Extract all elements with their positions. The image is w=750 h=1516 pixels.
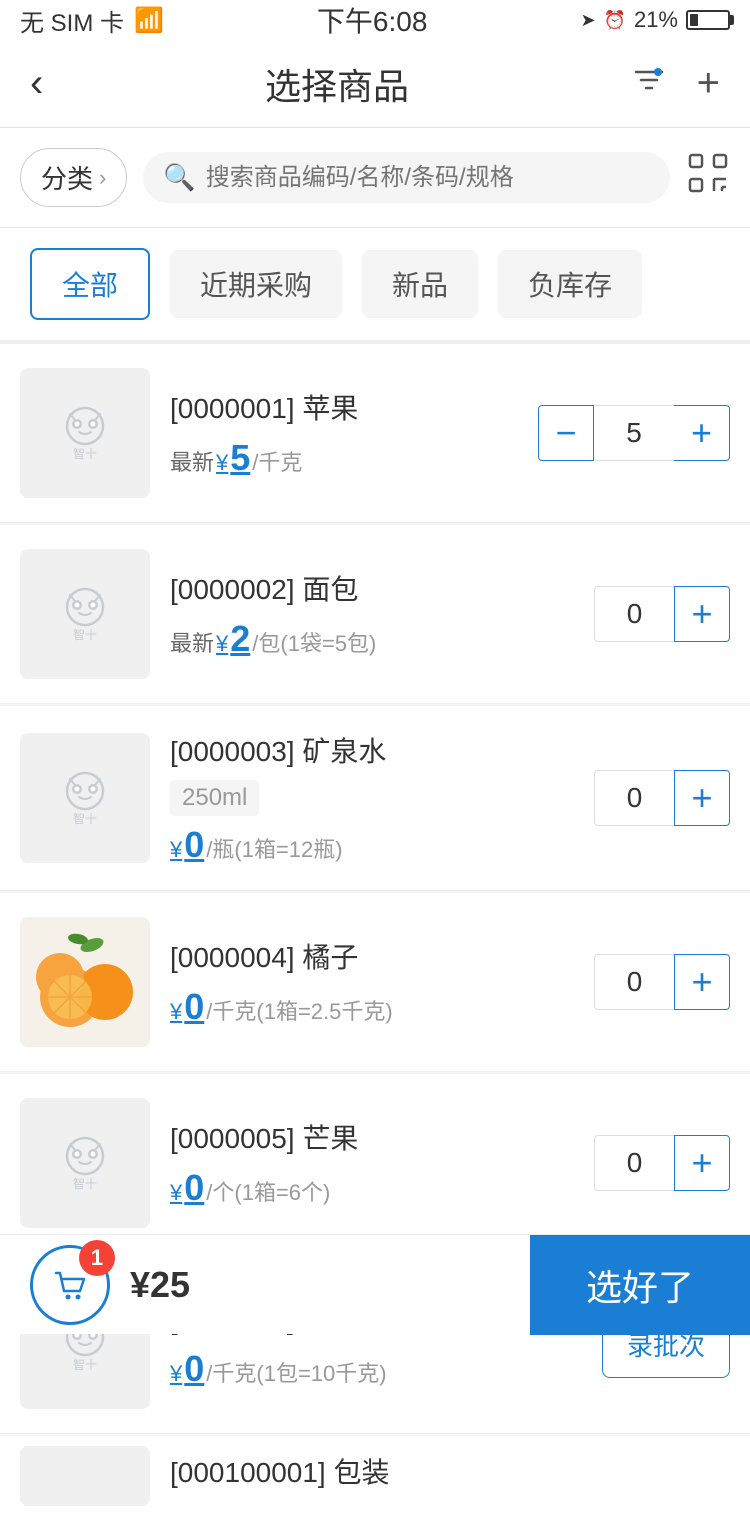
product-name-0000001: [0000001] 苹果 [170,387,518,427]
cart-total: ¥25 [130,1264,190,1306]
svg-text:智十: 智十 [73,446,97,461]
status-right: ➤ ⏰ 21% [580,7,730,33]
confirm-button[interactable]: 选好了 [530,1235,750,1335]
qty-control-0000003: + [594,770,730,826]
product-price-0000002: 最新 ¥ 2 /包(1袋=5包) [170,618,574,660]
product-item-0000002: 智十 [0000002] 面包 最新 ¥ 2 /包(1袋=5包) + [0,525,750,704]
product-name-0000002: [0000002] 面包 [170,568,574,608]
product-name-0000004: [0000004] 橘子 [170,936,574,976]
svg-text:智十: 智十 [73,627,97,642]
filter-search-bar: 分类 › 🔍 [0,128,750,228]
product-price-0000004: ¥ 0 /千克(1箱=2.5千克) [170,986,574,1028]
nav-icons: + [631,61,720,106]
product-image-0000001: 智十 [20,368,150,498]
product-info-0000002: [0000002] 面包 最新 ¥ 2 /包(1袋=5包) [170,568,574,660]
qty-input-0000005[interactable] [594,1135,674,1191]
search-input[interactable] [206,164,650,192]
battery-percent: 21% [634,7,678,33]
nav-bar: ‹ 选择商品 + [0,40,750,128]
qty-plus-0000001[interactable]: + [674,405,730,461]
product-item-partial: [000100001] 包装 [0,1436,750,1516]
product-image-0000005: 智十 [20,1098,150,1228]
product-price-0000005: ¥ 0 /个(1箱=6个) [170,1167,574,1209]
qty-plus-0000003[interactable]: + [674,770,730,826]
product-info-0000005: [0000005] 芒果 ¥ 0 /个(1箱=6个) [170,1117,574,1209]
product-price-0000003: ¥ 0 /瓶(1箱=12瓶) [170,824,574,866]
tab-all[interactable]: 全部 [30,248,150,320]
product-info-0000003: [0000003] 矿泉水 250ml ¥ 0 /瓶(1箱=12瓶) [170,730,574,866]
scan-icon[interactable] [686,151,730,204]
qty-input-0000001[interactable] [594,405,674,461]
search-icon: 🔍 [163,162,195,193]
product-item-0000005: 智十 [0000005] 芒果 ¥ 0 /个(1箱=6个) + [0,1074,750,1253]
qty-plus-0000005[interactable]: + [674,1135,730,1191]
category-arrow-icon: › [99,165,106,191]
search-box: 🔍 [143,152,670,203]
product-image-0000002: 智十 [20,549,150,679]
product-item-0000004: [0000004] 橘子 ¥ 0 /千克(1箱=2.5千克) + [0,893,750,1072]
tab-bar: 全部 近期采购 新品 负库存 [0,228,750,344]
svg-text:智十: 智十 [73,811,97,826]
cart-icon-button[interactable]: 1 [30,1245,110,1325]
battery-icon [686,10,730,30]
back-button[interactable]: ‹ [30,61,43,106]
qty-input-0000002[interactable] [594,586,674,642]
product-info-0000004: [0000004] 橘子 ¥ 0 /千克(1箱=2.5千克) [170,936,574,1028]
carrier-label: 无 SIM 卡 [20,3,124,38]
tab-negative[interactable]: 负库存 [498,250,642,318]
owl-placeholder-icon: 智十 [50,398,120,468]
qty-plus-0000004[interactable]: + [674,954,730,1010]
qty-input-0000004[interactable] [594,954,674,1010]
status-left: 无 SIM 卡 📶 [20,3,164,38]
qty-input-0000003[interactable] [594,770,674,826]
qty-control-0000002: + [594,586,730,642]
product-info-partial: [000100001] 包装 [170,1451,730,1501]
owl-placeholder-icon: 智十 [50,579,120,649]
page-title: 选择商品 [265,58,409,110]
qty-control-0000001: − + [538,405,730,461]
product-name-partial: [000100001] 包装 [170,1451,730,1491]
bottom-bar: 1 ¥25 选好了 [0,1234,750,1334]
product-price-0000006: ¥ 0 /千克(1包=10千克) [170,1348,582,1390]
qty-control-0000005: + [594,1135,730,1191]
status-bar: 无 SIM 卡 📶 下午6:08 ➤ ⏰ 21% [0,0,750,40]
filter-icon[interactable] [631,62,667,106]
cart-badge: 1 [79,1240,115,1276]
tab-recent[interactable]: 近期采购 [170,250,342,318]
owl-placeholder-icon: 智十 [50,763,120,833]
category-label: 分类 [41,159,93,196]
product-image-partial [20,1446,150,1506]
product-name-0000005: [0000005] 芒果 [170,1117,574,1157]
qty-minus-0000001[interactable]: − [538,405,594,461]
product-image-0000003: 智十 [20,733,150,863]
qty-plus-0000002[interactable]: + [674,586,730,642]
product-name-0000003: [0000003] 矿泉水 [170,730,574,770]
svg-text:智十: 智十 [73,1357,97,1372]
product-list: 智十 [0000001] 苹果 最新 ¥ 5 /千克 − + [0,344,750,1516]
product-price-0000001: 最新 ¥ 5 /千克 [170,437,518,479]
tab-new[interactable]: 新品 [362,250,478,318]
cart-area: 1 ¥25 [0,1245,530,1325]
category-button[interactable]: 分类 › [20,148,127,207]
alarm-icon: ⏰ [604,10,626,31]
owl-placeholder-icon: 智十 [50,1128,120,1198]
product-item-0000001: 智十 [0000001] 苹果 最新 ¥ 5 /千克 − + [0,344,750,523]
location-icon: ➤ [580,10,595,31]
product-item-0000003: 智十 [0000003] 矿泉水 250ml ¥ 0 /瓶(1箱=12瓶) + [0,706,750,891]
product-info-0000001: [0000001] 苹果 最新 ¥ 5 /千克 [170,387,518,479]
product-image-0000004 [20,917,150,1047]
qty-control-0000004: + [594,954,730,1010]
product-spec-0000003: 250ml [170,780,259,816]
status-time: 下午6:08 [317,0,428,40]
svg-text:智十: 智十 [73,1176,97,1191]
add-icon[interactable]: + [697,61,720,106]
wifi-icon: 📶 [134,6,164,35]
